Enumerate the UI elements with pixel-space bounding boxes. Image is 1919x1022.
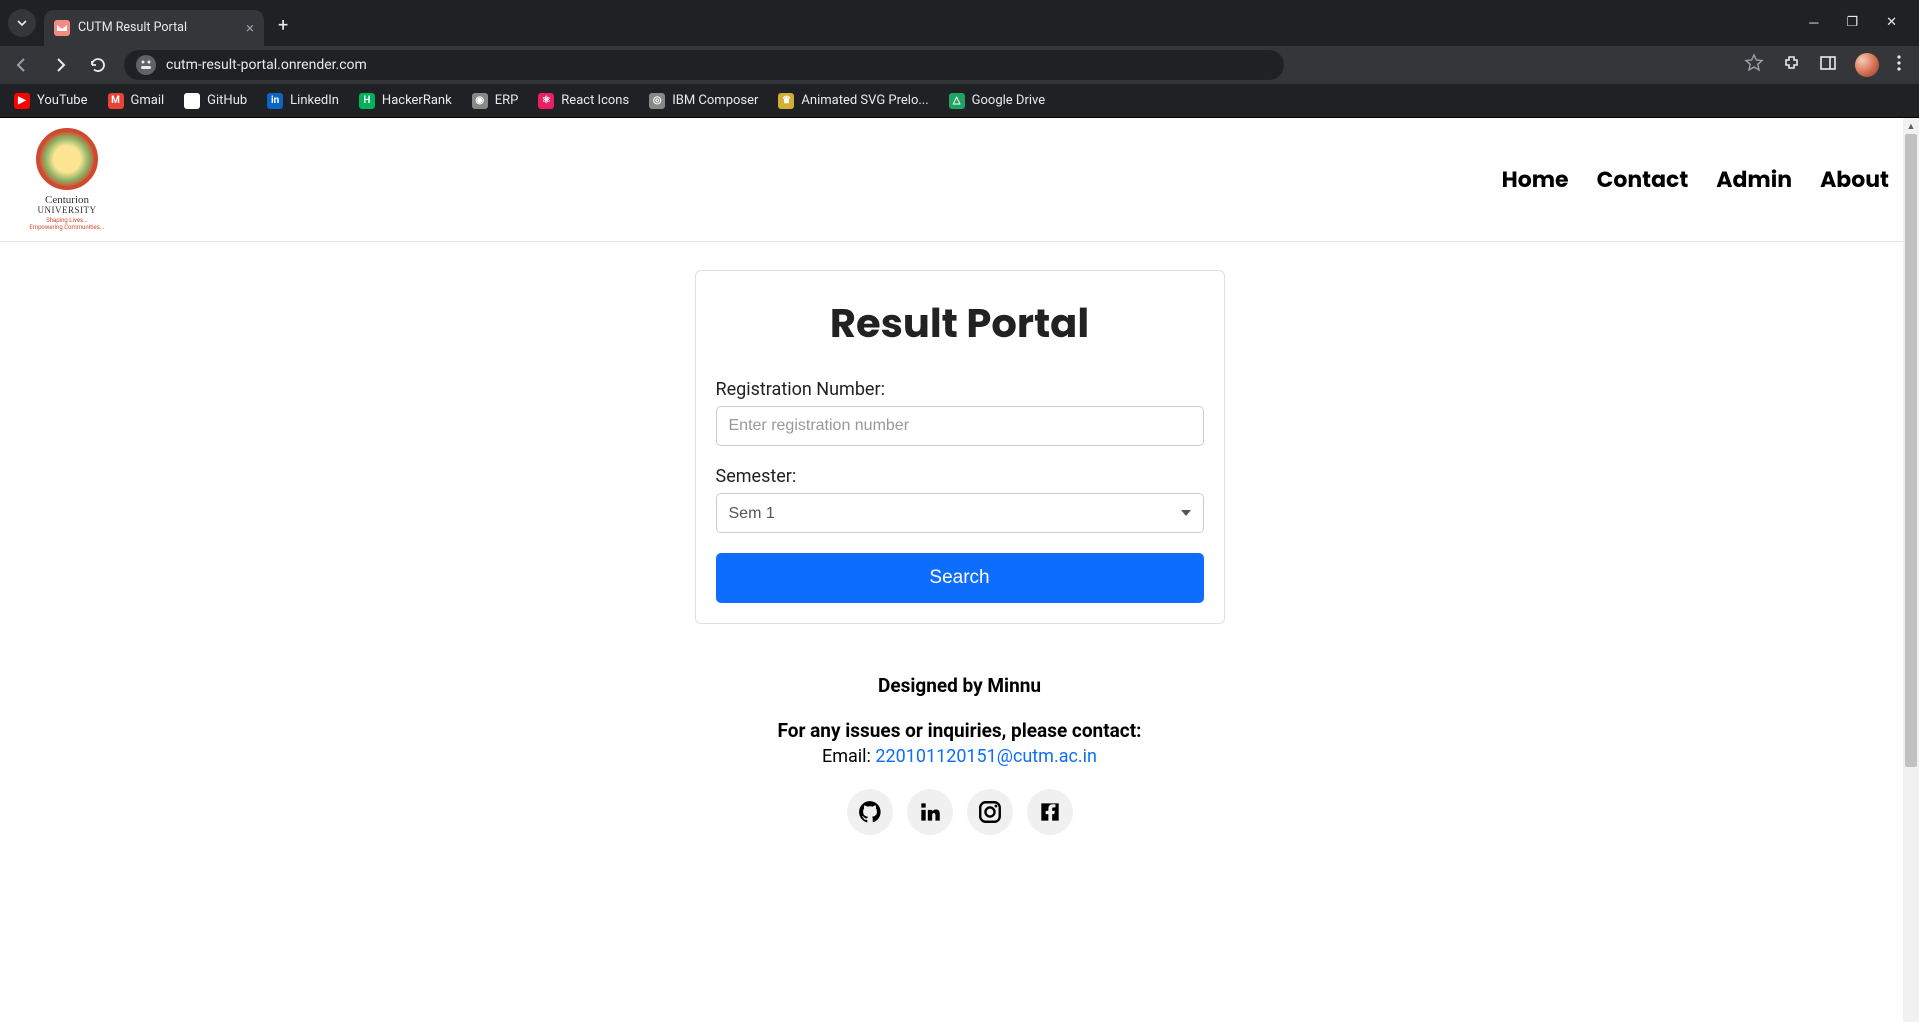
bookmark-label: Google Drive xyxy=(972,93,1045,108)
social-icons-row xyxy=(0,789,1919,835)
bookmark-label: Gmail xyxy=(131,93,165,108)
site-info-icon[interactable] xyxy=(136,55,156,75)
github-icon[interactable] xyxy=(847,789,893,835)
bookmark-label: HackerRank xyxy=(382,93,452,108)
bookmark-label: YouTube xyxy=(37,93,88,108)
profile-avatar[interactable] xyxy=(1855,53,1879,77)
kebab-menu-icon[interactable] xyxy=(1897,55,1901,75)
semester-label: Semester: xyxy=(716,466,1204,487)
window-close-icon[interactable]: ✕ xyxy=(1886,15,1897,31)
bookmark-favicon-icon: ◎ xyxy=(649,93,665,109)
bookmark-favicon-icon: ⚛ xyxy=(538,93,554,109)
registration-label: Registration Number: xyxy=(716,379,1204,400)
back-button[interactable] xyxy=(10,56,34,74)
bookmark-favicon-icon: ♛ xyxy=(778,93,794,109)
nav-link-admin[interactable]: Admin xyxy=(1716,163,1792,196)
bookmark-star-icon[interactable] xyxy=(1744,53,1764,77)
contact-heading: For any issues or inquiries, please cont… xyxy=(0,719,1919,742)
bookmark-item[interactable]: ⚛ React Icons xyxy=(538,93,629,109)
bookmark-favicon-icon: M xyxy=(108,93,124,109)
contact-email-line: Email: 220101120151@cutm.ac.in xyxy=(0,746,1919,767)
bookmark-item[interactable]: ▶ YouTube xyxy=(14,93,88,109)
bookmark-item[interactable]: △ Google Drive xyxy=(949,93,1045,109)
bookmark-label: Animated SVG Prelo... xyxy=(801,93,928,108)
bookmark-item[interactable]: ♛ Animated SVG Prelo... xyxy=(778,93,928,109)
main-nav: Home Contact Admin About xyxy=(1502,163,1889,196)
nav-link-about[interactable]: About xyxy=(1820,163,1889,196)
extensions-icon[interactable] xyxy=(1782,54,1801,77)
email-label: Email: xyxy=(822,746,875,767)
logo-tagline-2: Empowering Communities... xyxy=(22,225,112,232)
bookmark-favicon-icon: in xyxy=(267,93,283,109)
tab-search-dropdown[interactable] xyxy=(8,9,36,37)
url-text: cutm-result-portal.onrender.com xyxy=(166,57,367,73)
address-bar[interactable]: cutm-result-portal.onrender.com xyxy=(124,50,1284,80)
search-button[interactable]: Search xyxy=(716,553,1204,603)
contact-email-link[interactable]: 220101120151@cutm.ac.in xyxy=(875,746,1097,767)
result-form-card: Result Portal Registration Number: Semes… xyxy=(695,270,1225,624)
page-header: Centurion UNIVERSITY Shaping Lives... Em… xyxy=(0,118,1919,242)
bookmark-favicon-icon: ◉ xyxy=(472,93,488,109)
card-title: Result Portal xyxy=(716,293,1204,353)
bookmark-label: IBM Composer xyxy=(672,93,758,108)
tab-close-icon[interactable]: × xyxy=(246,19,254,37)
page-footer: Designed by Minnu For any issues or inqu… xyxy=(0,674,1919,835)
bookmark-favicon-icon: ▶ xyxy=(14,93,30,109)
side-panel-icon[interactable] xyxy=(1819,54,1837,76)
bookmark-label: ERP xyxy=(495,93,519,108)
bookmark-label: LinkedIn xyxy=(290,93,339,108)
bookmark-favicon-icon: H xyxy=(359,93,375,109)
browser-tab-strip: CUTM Result Portal × + ─ ❐ ✕ xyxy=(0,0,1919,46)
logo-subname: UNIVERSITY xyxy=(22,206,112,216)
registration-input[interactable] xyxy=(716,406,1204,446)
window-maximize-icon[interactable]: ❐ xyxy=(1846,15,1858,31)
linkedin-icon[interactable] xyxy=(907,789,953,835)
nav-link-contact[interactable]: Contact xyxy=(1597,163,1689,196)
reload-button[interactable] xyxy=(86,56,110,74)
page-viewport: Centurion UNIVERSITY Shaping Lives... Em… xyxy=(0,118,1919,1022)
bookmark-item[interactable]: gh GitHub xyxy=(184,93,247,109)
bookmark-item[interactable]: ◉ ERP xyxy=(472,93,519,109)
semester-select[interactable]: Sem 1 xyxy=(716,493,1204,533)
facebook-icon[interactable] xyxy=(1027,789,1073,835)
university-logo[interactable]: Centurion UNIVERSITY Shaping Lives... Em… xyxy=(22,128,112,231)
tab-title: CUTM Result Portal xyxy=(78,20,238,35)
bookmark-favicon-icon: △ xyxy=(949,93,965,109)
bookmark-label: GitHub xyxy=(207,93,247,108)
designed-by: Designed by Minnu xyxy=(0,674,1919,697)
browser-toolbar: cutm-result-portal.onrender.com xyxy=(0,46,1919,84)
bookmark-item[interactable]: H HackerRank xyxy=(359,93,452,109)
bookmark-item[interactable]: ◎ IBM Composer xyxy=(649,93,758,109)
tab-favicon-icon xyxy=(54,20,70,36)
bookmarks-bar: ▶ YouTube M Gmail gh GitHub in LinkedIn H HackerR… xyxy=(0,84,1919,118)
instagram-icon[interactable] xyxy=(967,789,1013,835)
window-controls: ─ ❐ ✕ xyxy=(1809,15,1911,31)
logo-emblem-icon xyxy=(36,128,98,190)
nav-link-home[interactable]: Home xyxy=(1502,163,1569,196)
bookmark-item[interactable]: M Gmail xyxy=(108,93,165,109)
window-minimize-icon[interactable]: ─ xyxy=(1809,15,1818,31)
scroll-up-icon[interactable]: ▲ xyxy=(1903,118,1919,134)
vertical-scrollbar[interactable]: ▲ xyxy=(1903,118,1919,1022)
forward-button[interactable] xyxy=(48,56,72,74)
bookmark-item[interactable]: in LinkedIn xyxy=(267,93,339,109)
bookmark-label: React Icons xyxy=(561,93,629,108)
bookmark-favicon-icon: gh xyxy=(184,93,200,109)
scrollbar-thumb[interactable] xyxy=(1905,134,1917,767)
browser-tab-active[interactable]: CUTM Result Portal × xyxy=(44,10,264,46)
new-tab-button[interactable]: + xyxy=(278,15,288,36)
